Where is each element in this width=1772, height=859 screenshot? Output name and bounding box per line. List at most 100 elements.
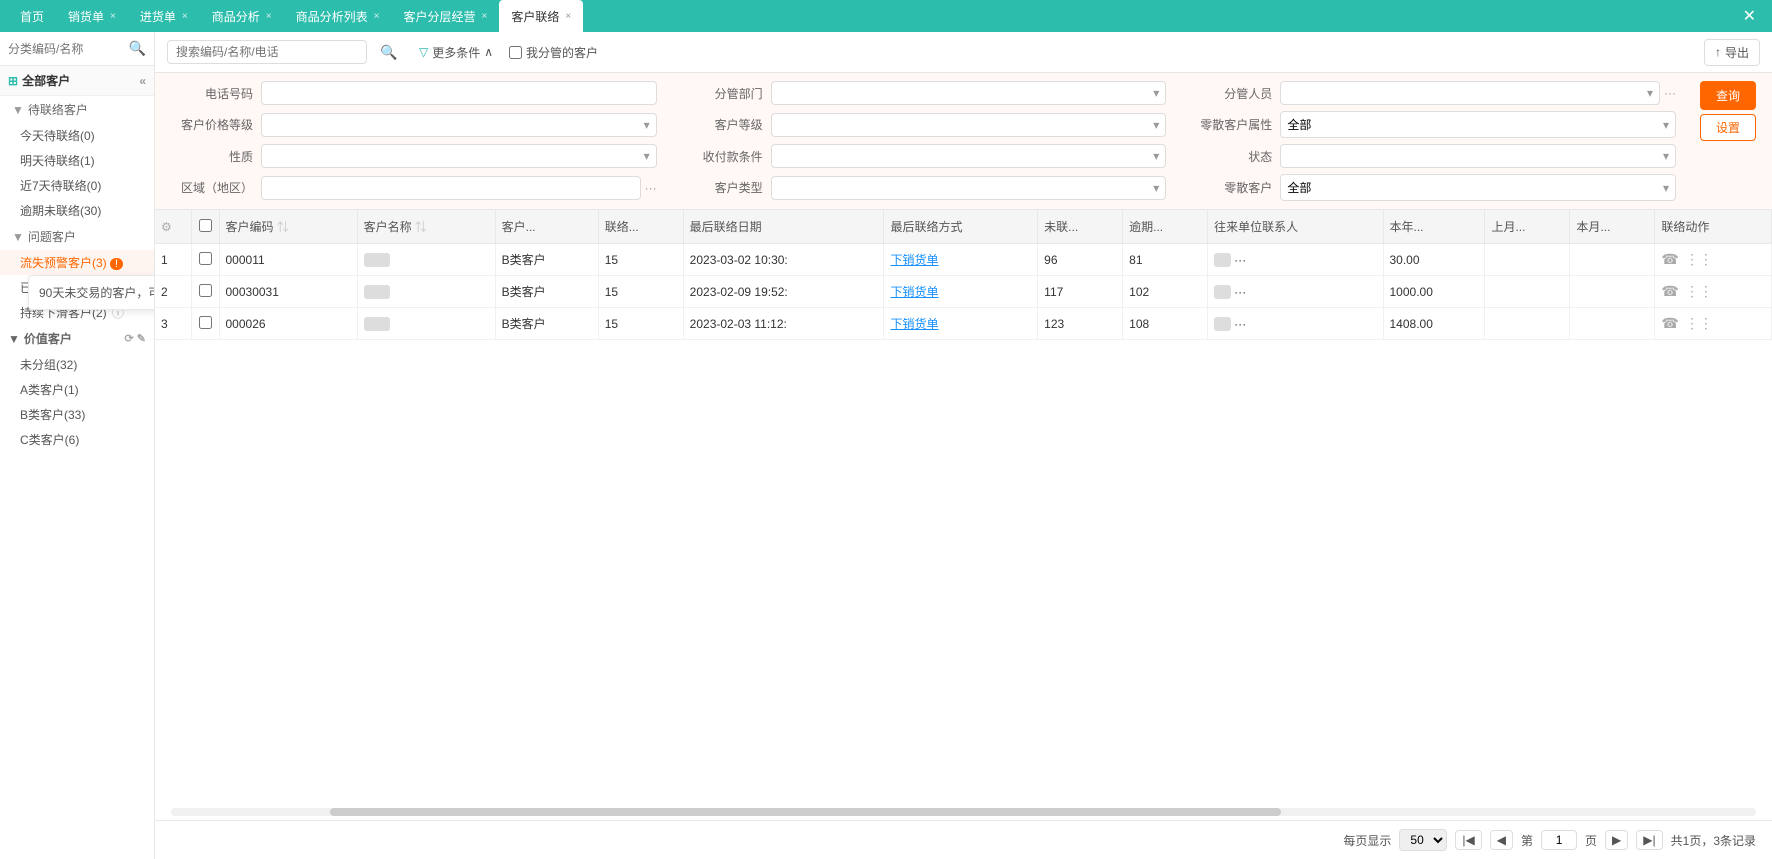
sort-icon[interactable]: ⇅	[277, 220, 289, 234]
cell-checkbox[interactable]	[191, 308, 219, 340]
sidebar-item-churn-warning[interactable]: 流失预警客户(3) !	[0, 250, 154, 275]
payment-select[interactable]: ▾	[771, 144, 1167, 168]
first-page-button[interactable]: |◀	[1455, 830, 1481, 850]
my-customers-checkbox[interactable]	[509, 46, 522, 59]
cell-this-month	[1570, 308, 1655, 340]
sidebar-item-class-b[interactable]: B类客户(33)	[0, 402, 154, 427]
cell-last-method[interactable]: 下销货单	[884, 244, 1038, 276]
more-icon[interactable]: ···	[645, 181, 657, 195]
nature-select[interactable]: ▾	[261, 144, 657, 168]
cell-last-method[interactable]: 下销货单	[884, 276, 1038, 308]
gear-icon[interactable]: ⚙	[161, 220, 172, 234]
sparse-customer-value: 全部	[1287, 179, 1311, 196]
cell-action: ☎ ⋮⋮	[1655, 244, 1772, 276]
status-select[interactable]: ▾	[1280, 144, 1676, 168]
scrollbar-thumb[interactable]	[330, 808, 1281, 816]
phone-label: 电话号码	[171, 85, 261, 102]
last-method-link[interactable]: 下销货单	[890, 253, 938, 267]
chevron-down-icon: ▾	[644, 118, 650, 132]
sidebar-item-class-a[interactable]: A类客户(1)	[0, 377, 154, 402]
cell-this-month	[1570, 244, 1655, 276]
close-icon[interactable]: ×	[565, 11, 571, 22]
cell-idx: 3	[155, 308, 191, 340]
dept-select[interactable]: ▾	[771, 81, 1167, 105]
filter-search-button[interactable]: 🔍	[375, 38, 403, 66]
table-row: 3 000026 B类客户 15 2023-02-03 11:12: 下销货单 …	[155, 308, 1772, 340]
last-page-button[interactable]: ▶|	[1636, 830, 1662, 850]
sparse-attr-select[interactable]: 全部 ▾	[1280, 111, 1676, 138]
query-button[interactable]: 查询	[1700, 81, 1756, 110]
close-icon[interactable]: ×	[182, 11, 188, 22]
tab-sales[interactable]: 销货单 ×	[56, 0, 128, 32]
page-number-input[interactable]	[1541, 830, 1577, 850]
region-input[interactable]	[261, 176, 641, 200]
cell-checkbox[interactable]	[191, 276, 219, 308]
export-button[interactable]: ↑ 导出	[1704, 39, 1760, 66]
window-close-button[interactable]: ✕	[1735, 6, 1764, 26]
adv-field-customer-level: 客户等级 ▾	[681, 113, 1167, 137]
col-last-date-label: 最后联络日期	[690, 220, 762, 234]
more-icon[interactable]: ···	[1664, 86, 1676, 100]
manager-select[interactable]: ▾	[1280, 81, 1660, 105]
more-action-icon[interactable]: ⋮⋮	[1685, 283, 1713, 300]
tab-analysis[interactable]: 商品分析 ×	[200, 0, 284, 32]
customer-type-select[interactable]: ▾	[771, 176, 1167, 200]
close-icon[interactable]: ×	[374, 11, 380, 22]
cell-overdue: 81	[1123, 244, 1208, 276]
sidebar-root-label: 全部客户	[22, 72, 70, 89]
filter-search-input[interactable]	[167, 40, 367, 64]
sidebar-root-header[interactable]: ⊞ 全部客户 «	[0, 66, 154, 96]
sidebar-item-overdue[interactable]: 逾期未联络(30)	[0, 198, 154, 223]
close-icon[interactable]: ×	[266, 11, 272, 22]
sidebar-item-tomorrow[interactable]: 明天待联络(1)	[0, 148, 154, 173]
sidebar-section-pending[interactable]: ▼ 待联络客户	[0, 96, 154, 123]
phone-input[interactable]	[261, 81, 657, 105]
my-customers-filter[interactable]: 我分管的客户	[509, 44, 598, 61]
col-settings[interactable]: ⚙	[155, 210, 191, 244]
sidebar-item-today[interactable]: 今天待联络(0)	[0, 123, 154, 148]
tab-customer-layer[interactable]: 客户分层经营 ×	[391, 0, 499, 32]
more-action-icon[interactable]: ⋮⋮	[1685, 315, 1713, 332]
sort-icon[interactable]: ⇅	[415, 220, 427, 234]
cell-this-month	[1570, 276, 1655, 308]
next-page-button[interactable]: ▶	[1605, 830, 1628, 850]
sidebar-item-7days[interactable]: 近7天待联络(0)	[0, 173, 154, 198]
select-all-checkbox[interactable]	[199, 219, 212, 232]
adv-filter-row-3: 性质 ▾ 收付款条件 ▾	[171, 144, 1676, 168]
sidebar-item-class-c[interactable]: C类客户(6)	[0, 427, 154, 452]
customer-level-select[interactable]: ▾	[771, 113, 1167, 137]
price-level-select[interactable]: ▾	[261, 113, 657, 137]
horizontal-scrollbar[interactable]	[171, 808, 1756, 816]
close-icon[interactable]: ×	[110, 11, 116, 22]
prev-page-button[interactable]: ◀	[1490, 830, 1513, 850]
tab-customer-layer-label: 客户分层经营	[403, 8, 475, 25]
last-method-link[interactable]: 下销货单	[890, 285, 938, 299]
last-method-link[interactable]: 下销货单	[890, 317, 938, 331]
edit-icons[interactable]: ⟳ ✎	[125, 332, 147, 345]
cell-not-contacted: 123	[1038, 308, 1123, 340]
tab-analysis-list[interactable]: 商品分析列表 ×	[284, 0, 392, 32]
more-action-icon[interactable]: ⋮⋮	[1685, 251, 1713, 268]
more-conditions-button[interactable]: ▽ 更多条件 ∧	[411, 40, 501, 65]
cell-checkbox[interactable]	[191, 244, 219, 276]
adv-field-dept: 分管部门 ▾	[681, 81, 1167, 105]
tab-purchase[interactable]: 进货单 ×	[128, 0, 200, 32]
contact-icon[interactable]: ☎	[1661, 315, 1678, 332]
tab-customer-contact[interactable]: 客户联络 ×	[499, 0, 583, 32]
sidebar-search-container: 🔍	[0, 32, 154, 66]
col-action-label: 联络动作	[1661, 220, 1709, 234]
sidebar-item-ungroup[interactable]: 未分组(32)	[0, 352, 154, 377]
sidebar-section-problem[interactable]: ▼ 问题客户	[0, 223, 154, 250]
page-size-select[interactable]: 50	[1399, 829, 1447, 851]
tab-home[interactable]: 首页	[8, 0, 56, 32]
sidebar-section-value[interactable]: ▼ 价值客户 ⟳ ✎	[0, 325, 154, 352]
contact-icon[interactable]: ☎	[1661, 283, 1678, 300]
cell-last-method[interactable]: 下销货单	[884, 308, 1038, 340]
col-this-month-label: 本月...	[1576, 220, 1610, 234]
setting-button[interactable]: 设置	[1700, 114, 1756, 141]
sidebar-search-input[interactable]	[8, 42, 129, 56]
col-checkbox-header[interactable]	[191, 210, 219, 244]
sparse-customer-select[interactable]: 全部 ▾	[1280, 174, 1676, 201]
close-icon[interactable]: ×	[481, 11, 487, 22]
contact-icon[interactable]: ☎	[1661, 251, 1678, 268]
